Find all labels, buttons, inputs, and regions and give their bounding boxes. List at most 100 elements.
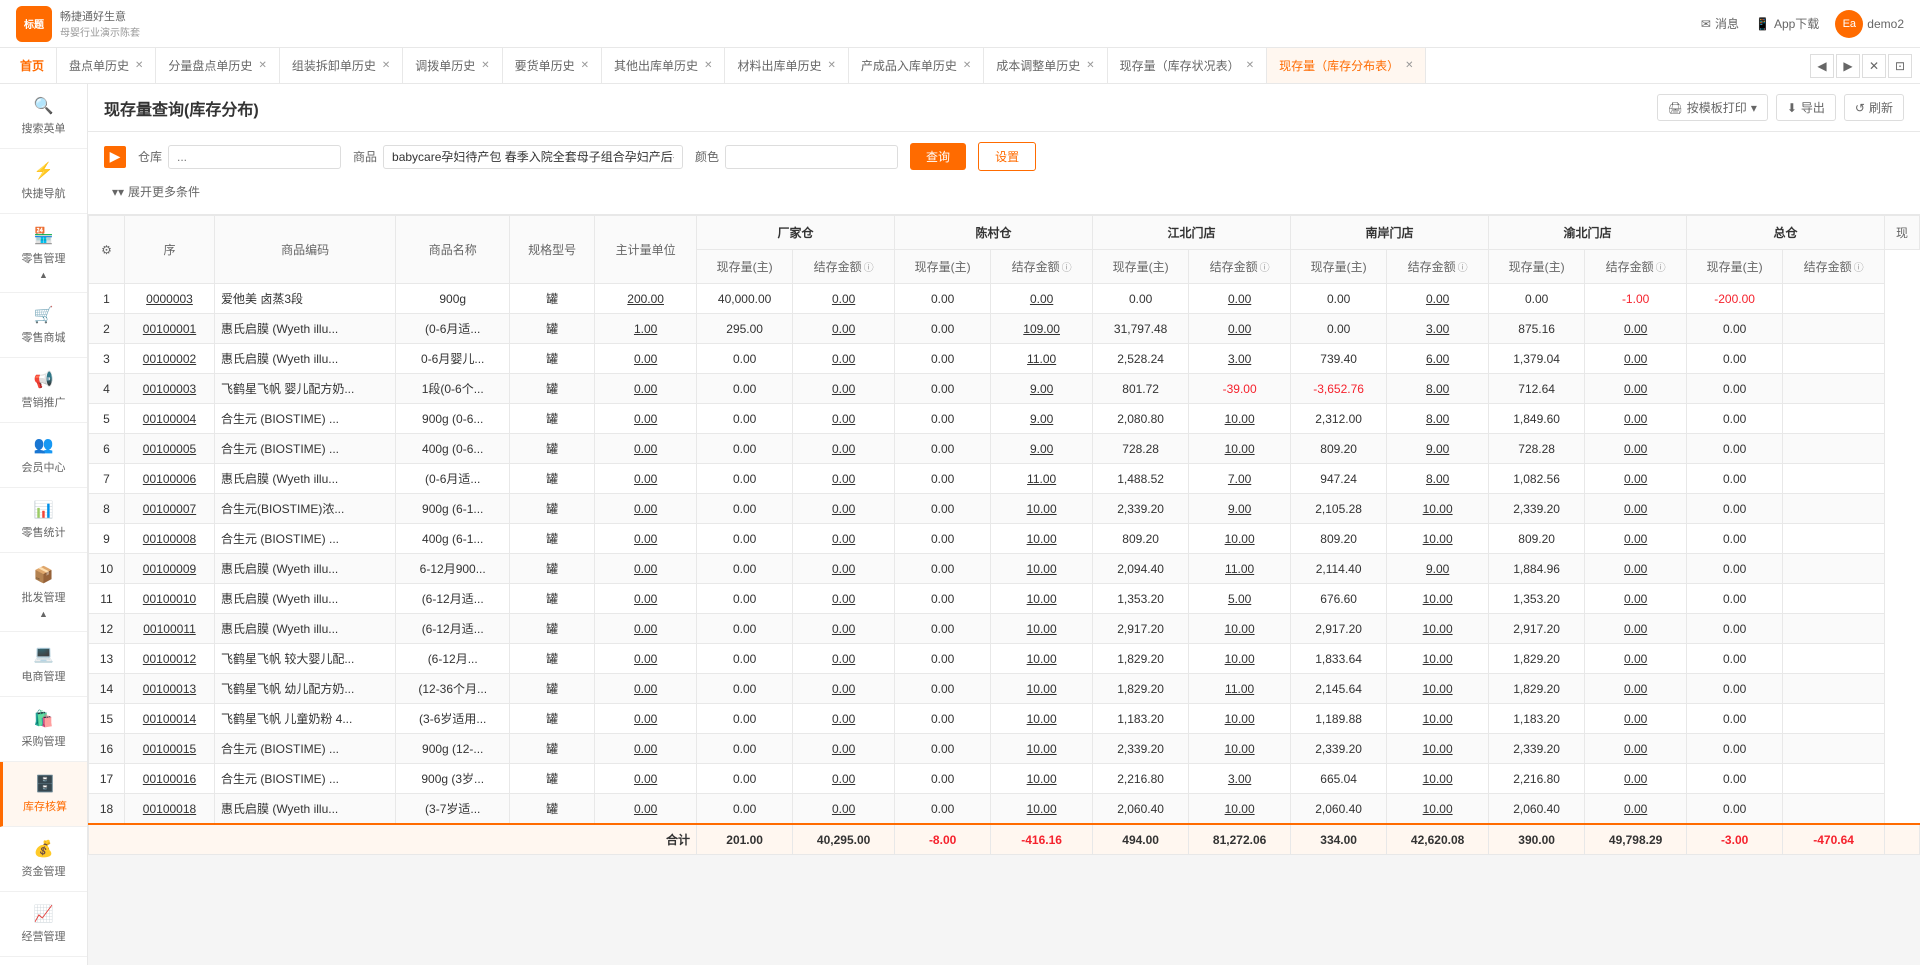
warehouse-input[interactable] [168, 145, 341, 169]
sidebar-item-marketing[interactable]: 📢 营销推广 [0, 358, 87, 423]
cell-f5-amt: 2,339.20 [1489, 494, 1585, 524]
tab-home[interactable]: 首页 [8, 48, 57, 84]
cell-f2-qty: 0.00 [793, 284, 895, 314]
close-icon[interactable]: ✕ [704, 60, 712, 71]
tab-0[interactable]: 盘点单历史 ✕ [57, 48, 156, 84]
col-group-yubei: 渝北门店 [1489, 216, 1687, 250]
cell-f5-qty: 10.00 [1387, 704, 1489, 734]
tab-1[interactable]: 分量盘点单历史 ✕ [156, 48, 279, 84]
tab-6[interactable]: 材料出库单历史 ✕ [725, 48, 848, 84]
cell-t-amt: 0.00 [1687, 764, 1783, 794]
nav-prev-btn[interactable]: ◀ [1810, 54, 1834, 78]
cell-unit: 罐 [510, 794, 595, 825]
cell-t-amt: 0.00 [1687, 794, 1783, 825]
query-button[interactable]: 查询 [910, 143, 966, 170]
cell-code: 00100018 [125, 794, 215, 825]
close-icon[interactable]: ✕ [827, 60, 835, 71]
refresh-button[interactable]: ↺ 刷新 [1844, 94, 1904, 121]
nav-next-btn[interactable]: ▶ [1836, 54, 1860, 78]
tab-4[interactable]: 要货单历史 ✕ [503, 48, 602, 84]
tab-2[interactable]: 组装拆卸单历史 ✕ [280, 48, 403, 84]
sidebar-item-inventory[interactable]: 🗄️ 库存核算 [0, 762, 87, 827]
app-download-btn[interactable]: 📱 App下载 [1755, 15, 1819, 32]
cell-f4-qty: 9.00 [1189, 494, 1291, 524]
col-nanan-amt: 结存金额ⓘ [1387, 250, 1489, 284]
close-icon[interactable]: ✕ [481, 60, 489, 71]
cell-f5-qty: 10.00 [1387, 764, 1489, 794]
sidebar-item-nav[interactable]: ⚡ 快捷导航 [0, 149, 87, 214]
cell-t-amt: 0.00 [1687, 374, 1783, 404]
cell-extra [1783, 464, 1885, 494]
sidebar-item-retail-mall[interactable]: 🛒 零售商城 [0, 293, 87, 358]
cell-code: 00100013 [125, 674, 215, 704]
tab-5[interactable]: 其他出库单历史 ✕ [602, 48, 725, 84]
total-f1-qty: 201.00 [697, 824, 793, 855]
cell-t-qty: 0.00 [1585, 584, 1687, 614]
export-button[interactable]: ⬇ 导出 [1776, 94, 1836, 121]
tab-8[interactable]: 成本调整单历史 ✕ [984, 48, 1107, 84]
setting-button[interactable]: 设置 [978, 142, 1036, 171]
warehouse-label: 仓库 [138, 148, 162, 165]
sidebar-item-retail-mgmt[interactable]: 🏪 零售管理 ▲ [0, 214, 87, 293]
close-icon[interactable]: ✕ [135, 60, 143, 71]
cell-unit: 罐 [510, 344, 595, 374]
sidebar-item-purchase[interactable]: 🛍️ 采购管理 [0, 697, 87, 762]
cell-f2-amt: 0.00 [895, 794, 991, 825]
cell-spec: 900g (3岁... [396, 764, 510, 794]
cell-unit: 罐 [510, 764, 595, 794]
close-icon[interactable]: ✕ [1086, 60, 1094, 71]
print-button[interactable]: 🖨 按模板打印 ▾ [1657, 94, 1768, 121]
user-area[interactable]: Ea demo2 [1835, 10, 1904, 38]
operations-icon: 📈 [34, 904, 54, 924]
close-icon[interactable]: ✕ [1405, 60, 1413, 71]
cell-unit: 罐 [510, 614, 595, 644]
sidebar-item-basic-info[interactable]: ℹ️ 基础信息 [0, 957, 87, 965]
cell-f4-qty: 10.00 [1189, 794, 1291, 825]
close-icon[interactable]: ✕ [1246, 60, 1254, 71]
cell-code: 00100008 [125, 524, 215, 554]
close-icon[interactable]: ✕ [581, 60, 589, 71]
sidebar-item-search[interactable]: 🔍 搜索英单 [0, 84, 87, 149]
table-row: 6 00100005 合生元 (BIOSTIME) ... 400g (0-6.… [89, 434, 1920, 464]
logo-area: 标题 畅捷通好生意 母婴行业演示陈套 [16, 6, 140, 42]
cell-f2-qty: 0.00 [793, 644, 895, 674]
message-btn[interactable]: ✉ 消息 [1701, 15, 1739, 32]
cell-f5-amt: 0.00 [1489, 284, 1585, 314]
cell-f3-amt: 1,488.52 [1093, 464, 1189, 494]
cell-f4-qty: 3.00 [1189, 764, 1291, 794]
filter-expand-arrow[interactable]: ▶ [104, 146, 126, 168]
tab-3[interactable]: 调拨单历史 ✕ [403, 48, 502, 84]
cell-name: 惠氏启膜 (Wyeth illu... [215, 344, 396, 374]
sidebar-item-retail-stats[interactable]: 📊 零售统计 [0, 488, 87, 553]
cell-f3-qty: 0.00 [991, 284, 1093, 314]
color-input[interactable] [725, 145, 898, 169]
sidebar-item-operations[interactable]: 📈 经营管理 [0, 892, 87, 957]
tab-10[interactable]: 现存量（库存分布表） ✕ [1267, 48, 1426, 84]
sidebar-item-wholesale[interactable]: 📦 批发管理 ▲ [0, 553, 87, 632]
goods-filter: 商品 [353, 145, 683, 169]
cell-f2-amt: 0.00 [895, 734, 991, 764]
sidebar-item-ecommerce[interactable]: 💻 电商管理 [0, 632, 87, 697]
nav-close-btn[interactable]: ✕ [1862, 54, 1886, 78]
nav-expand-btn[interactable]: ⊡ [1888, 54, 1912, 78]
cell-f1-amt: 0.00 [697, 644, 793, 674]
cell-f1-qty: 0.00 [595, 374, 697, 404]
sidebar-item-finance[interactable]: 💰 资金管理 [0, 827, 87, 892]
goods-input[interactable] [383, 145, 683, 169]
close-icon[interactable]: ✕ [963, 60, 971, 71]
close-icon[interactable]: ✕ [258, 60, 266, 71]
cell-t-amt: 0.00 [1687, 524, 1783, 554]
cell-spec: (3-7岁适... [396, 794, 510, 825]
cell-f2-amt: 0.00 [895, 704, 991, 734]
close-icon[interactable]: ✕ [382, 60, 390, 71]
top-right-area: ✉ 消息 📱 App下载 Ea demo2 [1701, 10, 1904, 38]
col-nanan-qty: 现存量(主) [1291, 250, 1387, 284]
sidebar-item-members[interactable]: 👥 会员中心 [0, 423, 87, 488]
expand-conditions-btn[interactable]: ▾▾ 展开更多条件 [104, 179, 1904, 204]
cell-f5-qty: 10.00 [1387, 734, 1489, 764]
cell-extra [1783, 764, 1885, 794]
tab-7[interactable]: 产成品入库单历史 ✕ [849, 48, 984, 84]
cell-t-amt: 0.00 [1687, 674, 1783, 704]
cell-f5-amt: 1,829.20 [1489, 644, 1585, 674]
tab-9[interactable]: 现存量（库存状况表） ✕ [1108, 48, 1267, 84]
